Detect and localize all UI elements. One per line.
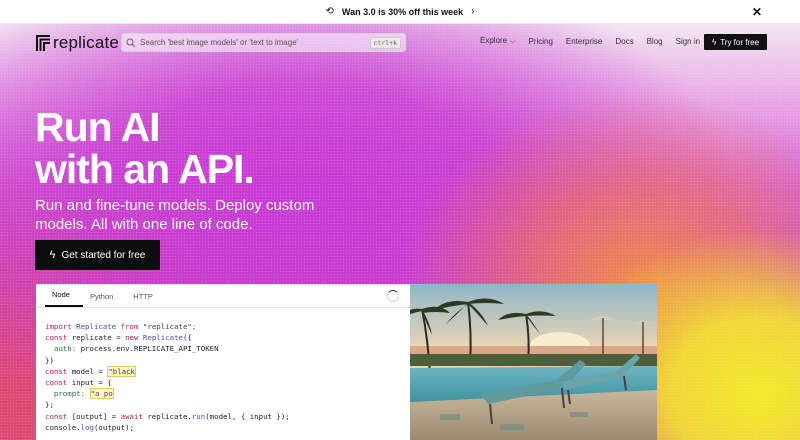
loading-spinner-icon <box>387 290 399 302</box>
logo[interactable]: replicate <box>36 33 119 53</box>
refresh-icon: ⟲ <box>325 6 334 17</box>
search-placeholder: Search 'best image models' or 'text to i… <box>140 38 299 47</box>
logo-text: replicate <box>53 33 120 52</box>
nav-docs[interactable]: Docs <box>615 37 633 46</box>
nav-blog[interactable]: Blog <box>647 37 663 46</box>
nav-enterprise[interactable]: Enterprise <box>566 37 602 46</box>
cta-label: Get started for free <box>61 249 146 261</box>
nav-sign-in[interactable]: Sign in <box>676 37 700 46</box>
headline-line-1: Run AI <box>35 104 161 150</box>
replicate-logo-icon <box>36 35 50 51</box>
tab-python[interactable]: Python <box>83 292 126 307</box>
page-title: Run AI with an API. <box>35 104 255 192</box>
bolt-icon: ϟ <box>49 249 56 261</box>
close-icon[interactable]: ✕ <box>752 5 762 19</box>
highlighted-model-string: "black <box>107 365 137 377</box>
bolt-icon: ϟ <box>711 37 717 47</box>
poolside-photo <box>410 284 657 440</box>
try-for-free-button[interactable]: ϟ Try for free <box>704 34 767 50</box>
generated-image <box>410 284 657 440</box>
code-panel: Node Python HTTP import Replicate from "… <box>36 284 410 440</box>
top-nav: replicate Search 'best image models' or … <box>0 24 800 60</box>
get-started-button[interactable]: ϟ Get started for free <box>35 240 160 270</box>
highlighted-prompt-string: "a po <box>89 388 114 400</box>
announcement-text[interactable]: Wan 3.0 is 30% off this week <box>342 7 463 17</box>
code-snippet: import Replicate from "replicate"; const… <box>45 322 290 432</box>
tab-http[interactable]: HTTP <box>126 292 166 307</box>
chevron-right-icon: › <box>471 6 475 17</box>
nav-links: Explore ⌵ Pricing Enterprise Docs Blog Si… <box>480 36 713 46</box>
nav-explore[interactable]: Explore ⌵ <box>480 36 515 46</box>
search-shortcut: ctrl+k <box>369 36 401 49</box>
try-label: Try for free <box>720 37 760 47</box>
chevron-down-icon: ⌵ <box>510 38 516 45</box>
announcement-bar[interactable]: ⟲ Wan 3.0 is 30% off this week › ✕ <box>0 0 800 24</box>
code-tabs: Node Python HTTP <box>36 285 410 308</box>
nav-pricing[interactable]: Pricing <box>528 37 552 46</box>
search-icon <box>126 38 136 47</box>
headline-line-2: with an API. <box>35 146 255 192</box>
tab-node[interactable]: Node <box>45 290 83 307</box>
hero-subhead: Run and fine-tune models. Deploy custom … <box>35 197 315 233</box>
search-input[interactable]: Search 'best image models' or 'text to i… <box>121 33 406 52</box>
